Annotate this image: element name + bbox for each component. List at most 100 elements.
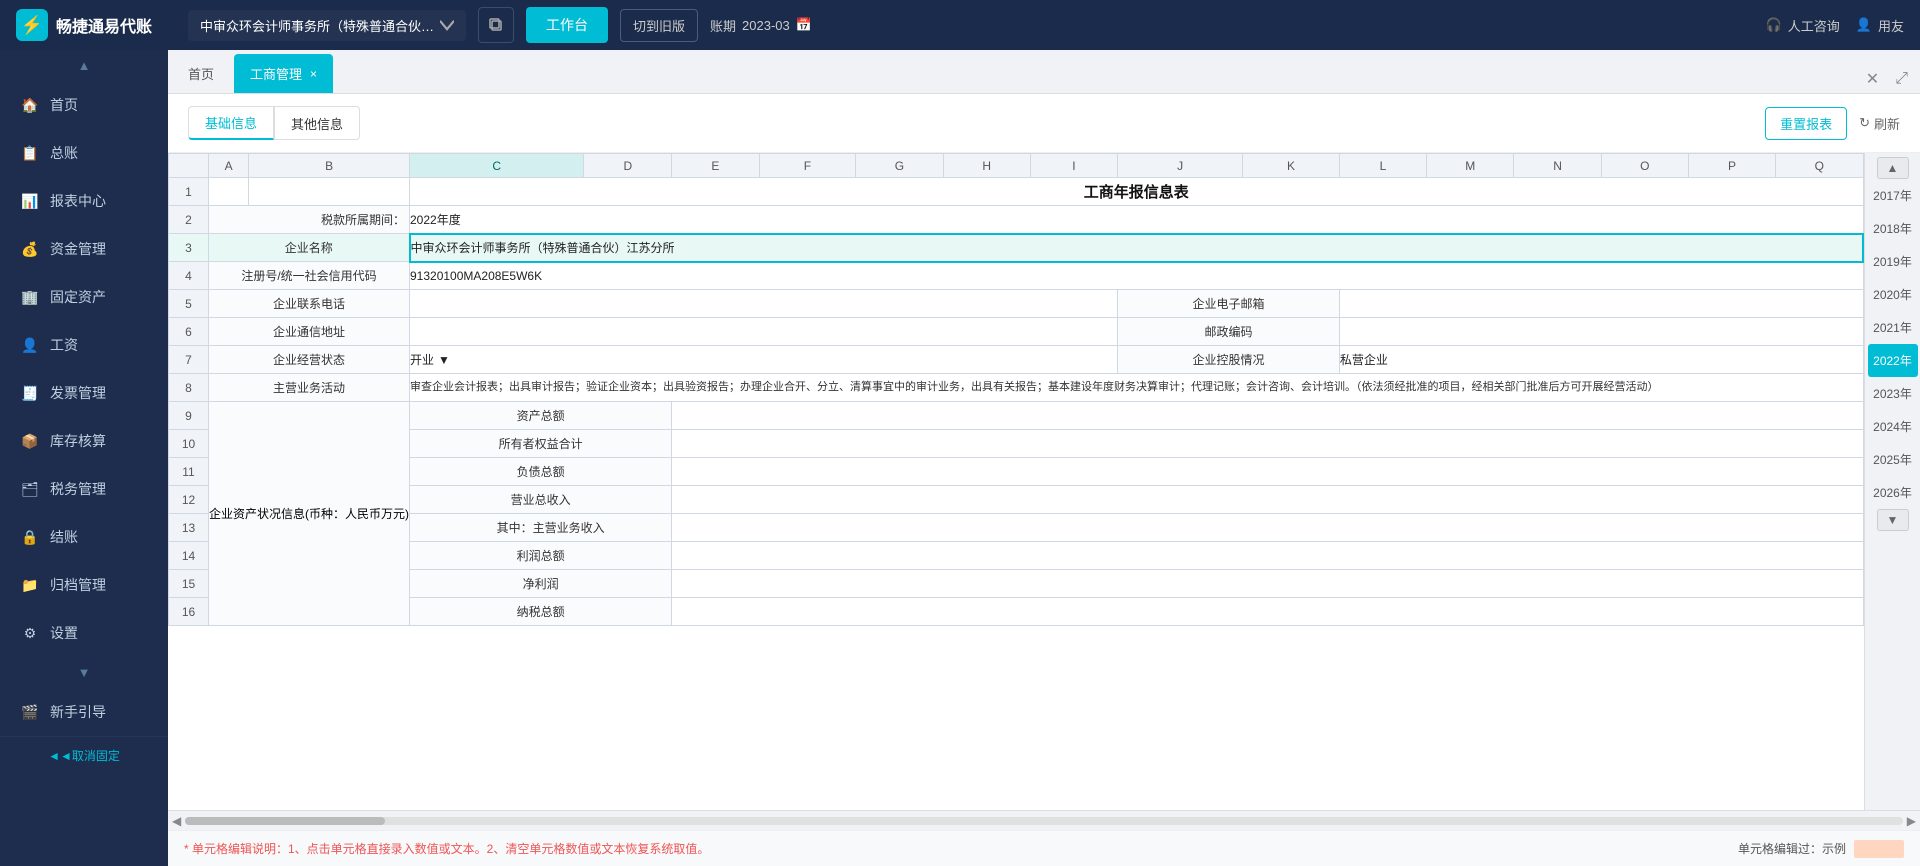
win-expand-button[interactable]: ⤢ [1891, 66, 1912, 92]
inner-content: 基础信息 其他信息 重置报表 ↻ 刷新 [168, 94, 1920, 866]
col-header-J[interactable]: J [1118, 154, 1243, 178]
sidebar-item-settings[interactable]: ⚙ 设置 [0, 609, 168, 657]
cell-3-value[interactable]: 中审众环会计师事务所（特殊普通合伙）江苏分所 [410, 234, 1864, 262]
calendar-icon[interactable]: 📅 [796, 17, 812, 33]
tab-other-info[interactable]: 其他信息 [274, 106, 360, 140]
col-header-K[interactable]: K [1243, 154, 1340, 178]
period-label: 账期 [710, 16, 736, 35]
cell-10-value[interactable] [672, 430, 1863, 458]
sidebar-item-tax[interactable]: 🗂 税务管理 [0, 465, 168, 513]
year-down-arrow[interactable]: ▼ [1877, 509, 1909, 531]
year-2025[interactable]: 2025年 [1868, 443, 1918, 476]
report-icon: 📊 [20, 191, 40, 211]
cell-5-email[interactable] [1339, 290, 1863, 318]
col-header-B[interactable]: B [249, 154, 410, 178]
cell-7-holding[interactable]: 私营企业 [1339, 346, 1863, 374]
year-2024[interactable]: 2024年 [1868, 410, 1918, 443]
year-2021[interactable]: 2021年 [1868, 311, 1918, 344]
sidebar-item-fund[interactable]: 💰 资金管理 [0, 225, 168, 273]
cell-1A[interactable] [209, 178, 249, 206]
cell-12-value[interactable] [672, 486, 1863, 514]
col-header-N[interactable]: N [1514, 154, 1601, 178]
headset-icon: 🎧 [1766, 17, 1782, 33]
year-2026[interactable]: 2026年 [1868, 476, 1918, 509]
oldver-button[interactable]: 切到旧版 [620, 9, 698, 42]
cell-1B[interactable] [249, 178, 410, 206]
sidebar-scroll-down[interactable]: ▼ [0, 657, 168, 688]
sheet-main[interactable]: A B C D E F G H I J K L [168, 153, 1864, 810]
copy-icon[interactable] [478, 7, 514, 43]
col-header-P[interactable]: P [1688, 154, 1775, 178]
col-header-F[interactable]: F [759, 154, 856, 178]
cell-5-phone[interactable] [410, 290, 1118, 318]
sidebar-item-inventory[interactable]: 📦 库存核算 [0, 417, 168, 465]
sidebar-item-salary[interactable]: 👤 工资 [0, 321, 168, 369]
sidebar-item-guide[interactable]: 🎬 新手引导 [0, 688, 168, 736]
scroll-left-arrow[interactable]: ◀ [172, 814, 181, 828]
col-header-D[interactable]: D [584, 154, 672, 178]
col-header-H[interactable]: H [943, 154, 1030, 178]
cell-16-value[interactable] [672, 598, 1863, 626]
sidebar-item-report[interactable]: 📊 报表中心 [0, 177, 168, 225]
company-selector[interactable]: 中审众环会计师事务所（特殊普通合伙… [188, 10, 466, 41]
cell-15-value[interactable] [672, 570, 1863, 598]
cell-14-value[interactable] [672, 542, 1863, 570]
win-close-button[interactable]: ✕ [1862, 65, 1883, 93]
cell-13-value[interactable] [672, 514, 1863, 542]
sidebar-item-archive[interactable]: 📁 归档管理 [0, 561, 168, 609]
col-header-I[interactable]: I [1030, 154, 1117, 178]
year-2018[interactable]: 2018年 [1868, 212, 1918, 245]
cell-6-address[interactable] [410, 318, 1118, 346]
table-row: 9 企业资产状况信息(币种：人民币万元) 资产总额 [169, 402, 1864, 430]
horizontal-scrollbar[interactable]: ◀ ▶ [168, 810, 1920, 830]
table-row: 5 企业联系电话 企业电子邮箱 [169, 290, 1864, 318]
scroll-thumb[interactable] [185, 817, 385, 825]
year-2023[interactable]: 2023年 [1868, 377, 1918, 410]
sidebar-item-home[interactable]: 🏠 首页 [0, 81, 168, 129]
sidebar-pin-button[interactable]: ◄◄取消固定 [0, 736, 168, 774]
tab-basic-info[interactable]: 基础信息 [188, 106, 274, 140]
sidebar-item-asset[interactable]: 🏢 固定资产 [0, 273, 168, 321]
refresh-button[interactable]: ↻ 刷新 [1859, 114, 1900, 133]
sidebar-item-close[interactable]: 🔒 结账 [0, 513, 168, 561]
cell-8-value[interactable]: 审查企业会计报表；出具审计报告；验证企业资本；出具验资报告；办理企业合开、分立、… [410, 374, 1864, 402]
tab-home[interactable]: 首页 [168, 54, 234, 93]
reset-report-button[interactable]: 重置报表 [1765, 107, 1847, 140]
col-header-E[interactable]: E [672, 154, 759, 178]
table-row: 3 企业名称 中审众环会计师事务所（特殊普通合伙）江苏分所 [169, 234, 1864, 262]
year-2022[interactable]: 2022年 [1868, 344, 1918, 377]
tab-close-button[interactable]: × [310, 67, 317, 81]
col-header-O[interactable]: O [1601, 154, 1688, 178]
year-2019[interactable]: 2019年 [1868, 245, 1918, 278]
col-header-C[interactable]: C [410, 154, 584, 178]
sidebar-scroll-up[interactable]: ▲ [0, 50, 168, 81]
col-header-Q[interactable]: Q [1776, 154, 1863, 178]
col-header-M[interactable]: M [1427, 154, 1514, 178]
cell-6-zip[interactable] [1339, 318, 1863, 346]
cell-2-value[interactable]: 2022年度 [410, 206, 1864, 234]
year-up-arrow[interactable]: ▲ [1877, 157, 1909, 179]
scroll-track[interactable] [185, 817, 1903, 825]
cell-7-status[interactable]: 开业 ▼ [410, 346, 1118, 374]
table-row: 8 主营业务活动 审查企业会计报表；出具审计报告；验证企业资本；出具验资报告；办… [169, 374, 1864, 402]
sidebar-label-asset: 固定资产 [50, 287, 106, 307]
year-2017[interactable]: 2017年 [1868, 179, 1918, 212]
scroll-right-arrow[interactable]: ▶ [1907, 814, 1916, 828]
service-button[interactable]: 🎧 人工咨询 [1766, 16, 1840, 35]
cell-6-label: 企业通信地址 [209, 318, 410, 346]
cell-11-value[interactable] [672, 458, 1863, 486]
col-header-G[interactable]: G [856, 154, 943, 178]
sidebar-item-invoice[interactable]: 🧾 发票管理 [0, 369, 168, 417]
cell-title[interactable]: 工商年报信息表 [410, 178, 1864, 206]
cell-4-value[interactable]: 91320100MA208E5W6K [410, 262, 1864, 290]
workbench-button[interactable]: 工作台 [526, 7, 608, 43]
col-header-A[interactable]: A [209, 154, 249, 178]
cell-9-value[interactable] [672, 402, 1863, 430]
year-2020[interactable]: 2020年 [1868, 278, 1918, 311]
status-value: 开业 [410, 351, 434, 368]
col-header-L[interactable]: L [1339, 154, 1426, 178]
tab-business-mgmt[interactable]: 工商管理 × [234, 54, 333, 93]
sidebar-item-ledger[interactable]: 📋 总账 [0, 129, 168, 177]
user-button[interactable]: 👤 用友 [1856, 16, 1904, 35]
dropdown-icon[interactable]: ▼ [438, 353, 450, 367]
